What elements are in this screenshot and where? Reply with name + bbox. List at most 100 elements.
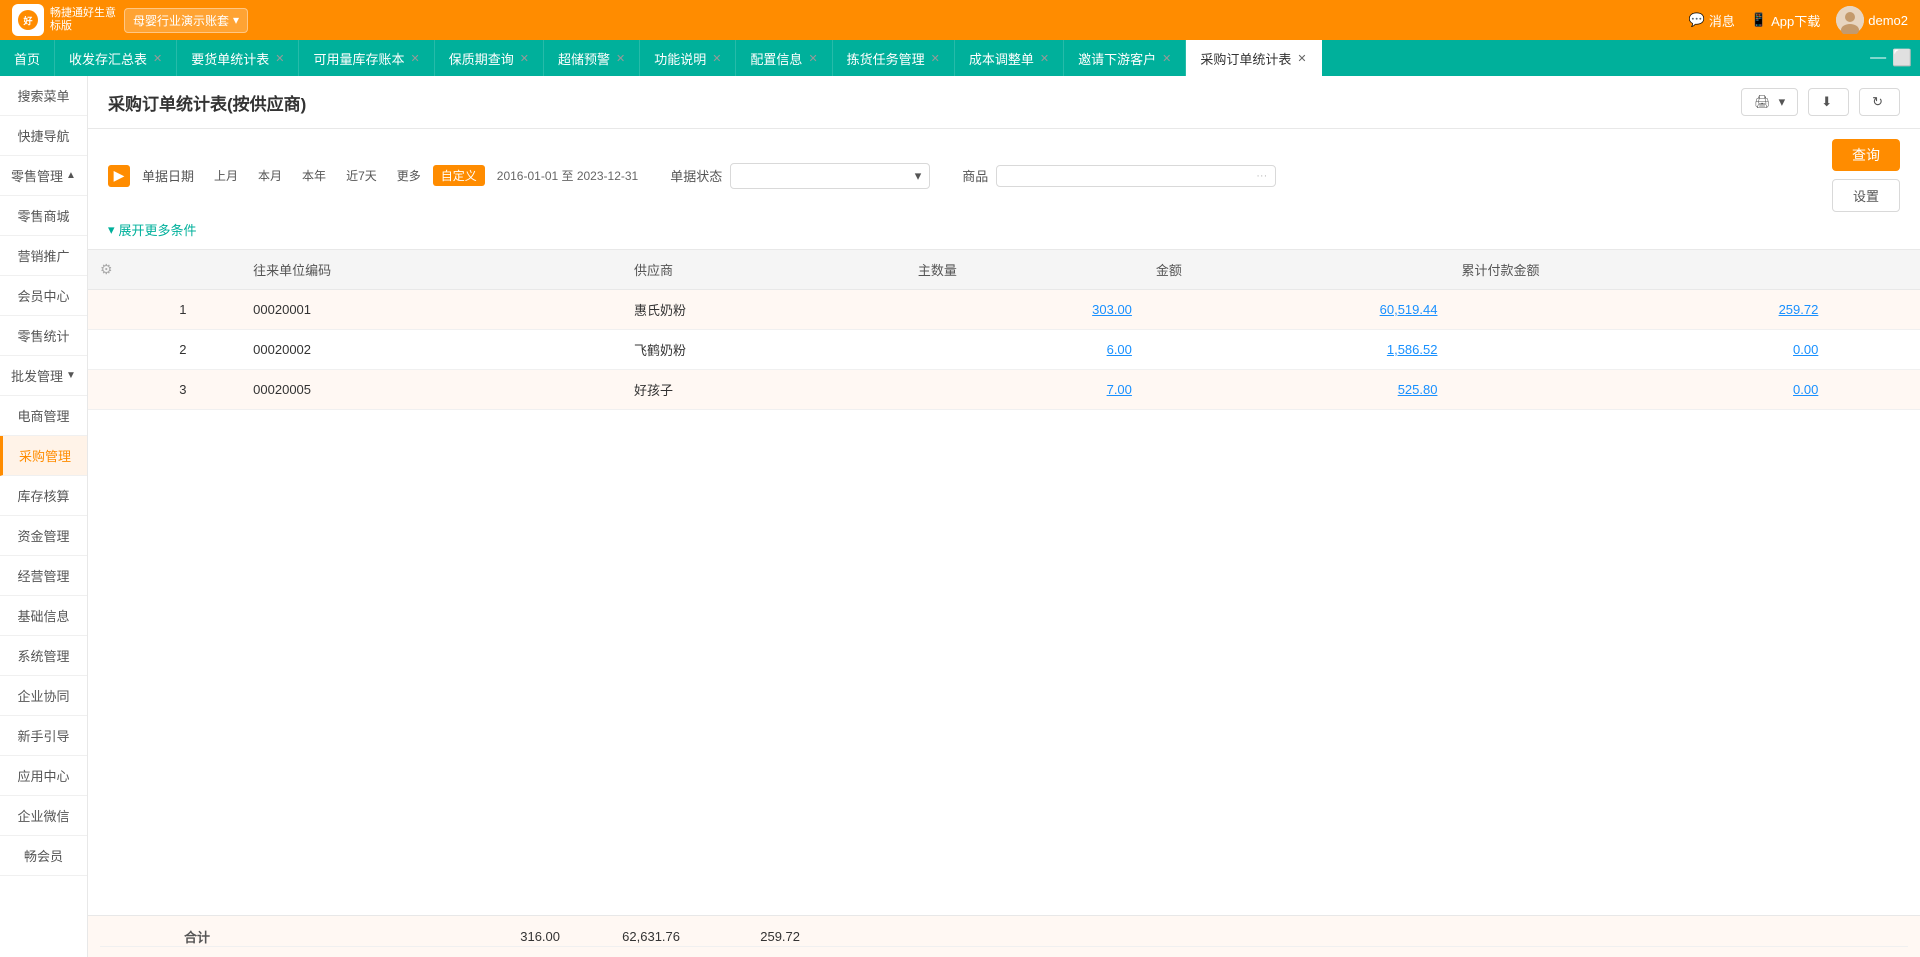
shortcut-last-month[interactable]: 上月 — [206, 165, 246, 186]
table-footer: 合计 316.00 62,631.76 259.72 — [88, 915, 1920, 957]
filter-toggle[interactable]: ▶ — [108, 165, 130, 187]
user-profile[interactable]: demo2 — [1836, 6, 1908, 34]
row-amount[interactable]: 60,519.44 — [1144, 290, 1450, 330]
row-paid[interactable]: 0.00 — [1449, 330, 1830, 370]
col-extra — [1830, 250, 1920, 290]
search-button[interactable]: 查询 — [1832, 139, 1900, 171]
sidebar-item-newbie[interactable]: 新手引导 — [0, 716, 87, 756]
close-icon[interactable]: ✕ — [153, 52, 162, 65]
tab-home[interactable]: 首页 — [0, 40, 55, 76]
close-icon[interactable]: ✕ — [931, 52, 940, 65]
table-header-row: ⚙ 往来单位编码 供应商 主数量 金额 累计付款金额 — [88, 250, 1920, 290]
row-qty[interactable]: 303.00 — [906, 290, 1144, 330]
content-area: 搜索菜单 快捷导航 零售管理 ▲ 零售商城 营销推广 会员中心 零售统计 批发管… — [0, 76, 1920, 957]
close-icon[interactable]: ✕ — [1162, 52, 1171, 65]
sidebar-item-basic[interactable]: 基础信息 — [0, 596, 87, 636]
sidebar-item-quick-nav[interactable]: 快捷导航 — [0, 116, 87, 156]
sidebar-item-corp-wechat[interactable]: 企业微信 — [0, 796, 87, 836]
row-paid[interactable]: 0.00 — [1449, 370, 1830, 410]
row-paid[interactable]: 259.72 — [1449, 290, 1830, 330]
filter-row-main: ▶ 单据日期 上月 本月 本年 近7天 更多 自定义 2016-01-01 至 … — [108, 139, 1900, 212]
tab-config[interactable]: 配置信息 ✕ — [736, 40, 832, 76]
chevron-up-icon: ▲ — [66, 170, 76, 181]
close-icon[interactable]: ✕ — [616, 52, 625, 65]
status-select[interactable]: ▾ — [730, 163, 930, 189]
sidebar-item-app-center[interactable]: 应用中心 — [0, 756, 87, 796]
close-icon[interactable]: ✕ — [1040, 52, 1049, 65]
sidebar-item-retail-shop[interactable]: 零售商城 — [0, 196, 87, 236]
export-button[interactable]: ⬇ — [1808, 88, 1849, 116]
sidebar: 搜索菜单 快捷导航 零售管理 ▲ 零售商城 营销推广 会员中心 零售统计 批发管… — [0, 76, 88, 957]
tab-picking[interactable]: 拣货任务管理 ✕ — [833, 40, 955, 76]
close-icon[interactable]: ✕ — [275, 52, 284, 65]
sidebar-item-retail-mgmt[interactable]: 零售管理 ▲ — [0, 156, 87, 196]
sidebar-item-search[interactable]: 搜索菜单 — [0, 76, 87, 116]
close-icon[interactable]: ✕ — [411, 52, 420, 65]
shortcut-more[interactable]: 更多 — [389, 165, 429, 186]
footer-qty: 316.00 — [452, 926, 572, 947]
minimize-icon[interactable]: — — [1870, 49, 1886, 67]
row-unit-code: 00020002 — [241, 330, 622, 370]
tab-available-stock[interactable]: 可用量库存账本 ✕ — [299, 40, 434, 76]
sidebar-item-purchase[interactable]: 采购管理 — [0, 436, 87, 476]
sidebar-item-member[interactable]: 会员中心 — [0, 276, 87, 316]
tab-cost-adjust[interactable]: 成本调整单 ✕ — [955, 40, 1064, 76]
row-qty[interactable]: 6.00 — [906, 330, 1144, 370]
mobile-icon: 📱 — [1751, 12, 1767, 28]
chevron-down-icon: ▾ — [915, 168, 922, 184]
table-row[interactable]: 1 00020001 惠氏奶粉 303.00 60,519.44 259.72 — [88, 290, 1920, 330]
sidebar-item-vip[interactable]: 畅会员 — [0, 836, 87, 876]
table-row[interactable]: 3 00020005 好孩子 7.00 525.80 0.00 — [88, 370, 1920, 410]
tab-receive-summary[interactable]: 收发存汇总表 ✕ — [55, 40, 177, 76]
setting-button[interactable]: 设置 — [1832, 179, 1900, 212]
shortcut-custom[interactable]: 自定义 — [433, 165, 485, 186]
refresh-icon: ↻ — [1872, 94, 1883, 110]
sidebar-item-inventory[interactable]: 库存核算 — [0, 476, 87, 516]
row-qty[interactable]: 7.00 — [906, 370, 1144, 410]
top-bar-right: 💬 消息 📱 App下载 demo2 — [1689, 6, 1908, 34]
maximize-icon[interactable]: ⬜ — [1892, 48, 1912, 68]
app-download-btn[interactable]: 📱 App下载 — [1751, 11, 1820, 30]
shortcut-this-year[interactable]: 本年 — [294, 165, 334, 186]
row-settings — [88, 370, 125, 410]
filter-shortcuts: 上月 本月 本年 近7天 更多 自定义 — [206, 165, 485, 186]
row-amount[interactable]: 525.80 — [1144, 370, 1450, 410]
shortcut-this-month[interactable]: 本月 — [250, 165, 290, 186]
tab-expiry[interactable]: 保质期查询 ✕ — [435, 40, 544, 76]
main-panel: 采购订单统计表(按供应商) 🖨 ▾ ⬇ ↻ ▶ — [88, 76, 1920, 957]
footer-label: 合计 — [172, 926, 332, 947]
sidebar-item-ecom[interactable]: 电商管理 — [0, 396, 87, 436]
workspace-selector[interactable]: 母婴行业演示账套 ▾ — [124, 8, 248, 33]
close-icon[interactable]: ✕ — [808, 52, 817, 65]
svg-text:好: 好 — [22, 15, 32, 26]
tab-purchase-summary[interactable]: 采购订单统计表 ✕ — [1186, 40, 1321, 76]
refresh-button[interactable]: ↻ — [1859, 88, 1900, 116]
message-btn[interactable]: 💬 消息 — [1689, 11, 1735, 30]
tab-invite[interactable]: 邀请下游客户 ✕ — [1064, 40, 1186, 76]
close-icon[interactable]: ✕ — [712, 52, 721, 65]
print-button[interactable]: 🖨 ▾ — [1741, 88, 1798, 116]
expand-filter-btn[interactable]: ▾ 展开更多条件 — [108, 220, 1900, 239]
tab-function[interactable]: 功能说明 ✕ — [640, 40, 736, 76]
row-index: 1 — [125, 290, 242, 330]
close-icon[interactable]: ✕ — [1297, 52, 1306, 65]
close-icon[interactable]: ✕ — [520, 52, 529, 65]
row-amount[interactable]: 1,586.52 — [1144, 330, 1450, 370]
sidebar-item-ops[interactable]: 经营管理 — [0, 556, 87, 596]
date-label: 单据日期 — [142, 166, 194, 185]
sidebar-item-finance[interactable]: 资金管理 — [0, 516, 87, 556]
tab-overstock[interactable]: 超储预警 ✕ — [544, 40, 640, 76]
table-row[interactable]: 2 00020002 飞鹤奶粉 6.00 1,586.52 0.00 — [88, 330, 1920, 370]
sidebar-item-sys[interactable]: 系统管理 — [0, 636, 87, 676]
row-extra — [1830, 290, 1920, 330]
sidebar-item-wholesale[interactable]: 批发管理 ▼ — [0, 356, 87, 396]
goods-input[interactable]: ··· — [996, 165, 1276, 187]
sidebar-item-marketing[interactable]: 营销推广 — [0, 236, 87, 276]
settings-icon[interactable]: ⚙ — [100, 261, 113, 277]
shortcut-7days[interactable]: 近7天 — [338, 165, 385, 186]
username-label: demo2 — [1868, 13, 1908, 28]
sidebar-item-retail-stat[interactable]: 零售统计 — [0, 316, 87, 356]
tab-order-summary[interactable]: 要货单统计表 ✕ — [177, 40, 299, 76]
sidebar-item-enterprise[interactable]: 企业协同 — [0, 676, 87, 716]
col-qty: 主数量 — [906, 250, 1144, 290]
